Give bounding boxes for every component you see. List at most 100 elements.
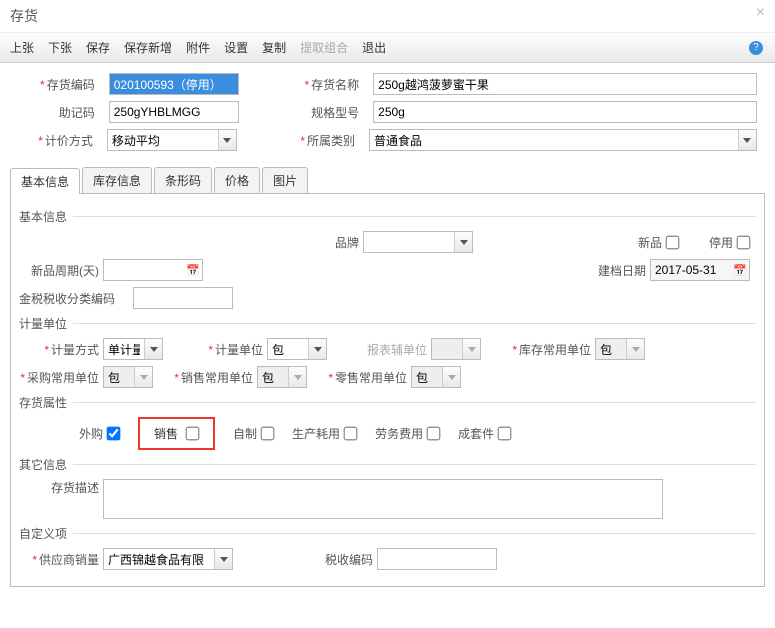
select-unit-mode[interactable] [103,338,163,360]
select-brand[interactable] [363,231,473,253]
checkbox-selfmade[interactable] [261,427,275,441]
label-name: 存货名称 [282,76,361,93]
chevron-down-icon[interactable] [442,367,460,387]
select-stock-unit[interactable] [595,338,645,360]
select-retail-unit-value[interactable] [412,368,442,386]
toolbar-attachment[interactable]: 附件 [186,39,210,56]
select-purchase-unit-value[interactable] [104,368,134,386]
label-createdate: 建档日期 [598,262,646,279]
chevron-down-icon [462,339,480,359]
calendar-icon[interactable] [731,261,749,279]
label-taxcode: 金税税收分类编码 [19,290,129,307]
toolbar-copy[interactable]: 复制 [262,39,286,56]
toolbar-extract-combo: 提取组合 [300,39,348,56]
close-icon[interactable]: × [756,4,765,22]
input-mnemonic[interactable] [109,101,239,123]
select-valuation[interactable] [107,129,237,151]
label-sales: 销售 [154,425,178,442]
section-unit-title: 计量单位 [19,315,756,332]
label-supplier: 供应商销量 [19,551,99,568]
checkbox-disable[interactable] [737,235,751,249]
toolbar-exit[interactable]: 退出 [362,39,386,56]
input-custom-taxcode[interactable] [377,548,497,570]
tab-image[interactable]: 图片 [262,167,308,193]
label-stock-unit: 库存常用单位 [501,341,591,358]
chevron-down-icon[interactable] [218,130,236,150]
label-desc: 存货描述 [19,479,99,496]
input-code[interactable] [109,73,239,95]
select-category[interactable] [369,129,757,151]
label-valuation: 计价方式 [18,132,95,149]
label-custom-taxcode: 税收编码 [293,551,373,568]
label-retail-unit: 零售常用单位 [327,369,407,386]
chevron-down-icon[interactable] [214,549,232,569]
section-custom-title: 自定义项 [19,525,756,542]
tab-barcode[interactable]: 条形码 [154,167,212,193]
toolbar-save-new[interactable]: 保存新增 [124,39,172,56]
chevron-down-icon[interactable] [134,367,152,387]
select-retail-unit[interactable] [411,366,461,388]
select-unit-value[interactable] [268,340,308,358]
label-new: 新品 [638,234,662,251]
section-basic-title: 基本信息 [19,208,756,225]
toolbar-prev[interactable]: 上张 [10,39,34,56]
select-valuation-value[interactable] [108,131,218,149]
select-supplier[interactable] [103,548,233,570]
select-unit-mode-value[interactable] [104,340,144,358]
select-supplier-value[interactable] [104,550,214,568]
checkbox-purchased[interactable] [107,427,121,441]
label-salescommon-unit: 销售常用单位 [173,369,253,386]
input-createdate-wrap[interactable] [650,259,750,281]
header-form: 存货编码 存货名称 助记码 规格型号 计价方式 所属类别 [0,63,775,163]
checkbox-laborcost[interactable] [427,427,441,441]
panel-basic: 基本信息 品牌 新品 停用 新品周期(天) 建档日期 [10,194,765,587]
checkbox-new[interactable] [666,235,680,249]
select-brand-value[interactable] [364,233,454,251]
label-newperiod: 新品周期(天) [19,262,99,279]
select-stock-unit-value[interactable] [596,340,626,358]
calendar-icon[interactable] [184,261,202,279]
toolbar-settings[interactable]: 设置 [224,39,248,56]
tabs: 基本信息 库存信息 条形码 价格 图片 [10,167,765,194]
label-spec: 规格型号 [282,104,361,121]
select-purchase-unit[interactable] [103,366,153,388]
checkbox-sales[interactable] [186,427,200,441]
chevron-down-icon[interactable] [144,339,162,359]
label-unit: 计量单位 [183,341,263,358]
input-name[interactable] [373,73,757,95]
select-salescommon-unit-value[interactable] [258,368,288,386]
select-category-value[interactable] [370,131,738,149]
input-taxcode[interactable] [133,287,233,309]
label-purchase-unit: 采购常用单位 [19,369,99,386]
checkbox-kit[interactable] [498,427,512,441]
select-salescommon-unit[interactable] [257,366,307,388]
chevron-down-icon[interactable] [288,367,306,387]
input-spec[interactable] [373,101,757,123]
label-kit: 成套件 [458,425,494,442]
window-title: 存货 [10,8,38,24]
select-unit[interactable] [267,338,327,360]
label-unit-mode: 计量方式 [19,341,99,358]
tab-inventory[interactable]: 库存信息 [82,167,152,193]
label-laborcost: 劳务费用 [375,425,423,442]
input-newperiod[interactable] [104,261,184,279]
checkbox-prodconsume[interactable] [344,427,358,441]
highlight-sales: 销售 [138,417,215,450]
tab-basic[interactable]: 基本信息 [10,168,80,194]
select-report-unit-value [432,340,462,358]
tab-price[interactable]: 价格 [214,167,260,193]
chevron-down-icon[interactable] [626,339,644,359]
toolbar-next[interactable]: 下张 [48,39,72,56]
input-createdate[interactable] [651,261,731,279]
toolbar-save[interactable]: 保存 [86,39,110,56]
chevron-down-icon[interactable] [308,339,326,359]
section-attr-title: 存货属性 [19,394,756,411]
select-report-unit [431,338,481,360]
label-prodconsume: 生产耗用 [292,425,340,442]
chevron-down-icon[interactable] [738,130,756,150]
chevron-down-icon[interactable] [454,232,472,252]
textarea-desc[interactable] [103,479,663,519]
section-other-title: 其它信息 [19,456,756,473]
help-icon[interactable]: ? [749,41,763,55]
label-brand: 品牌 [279,234,359,251]
